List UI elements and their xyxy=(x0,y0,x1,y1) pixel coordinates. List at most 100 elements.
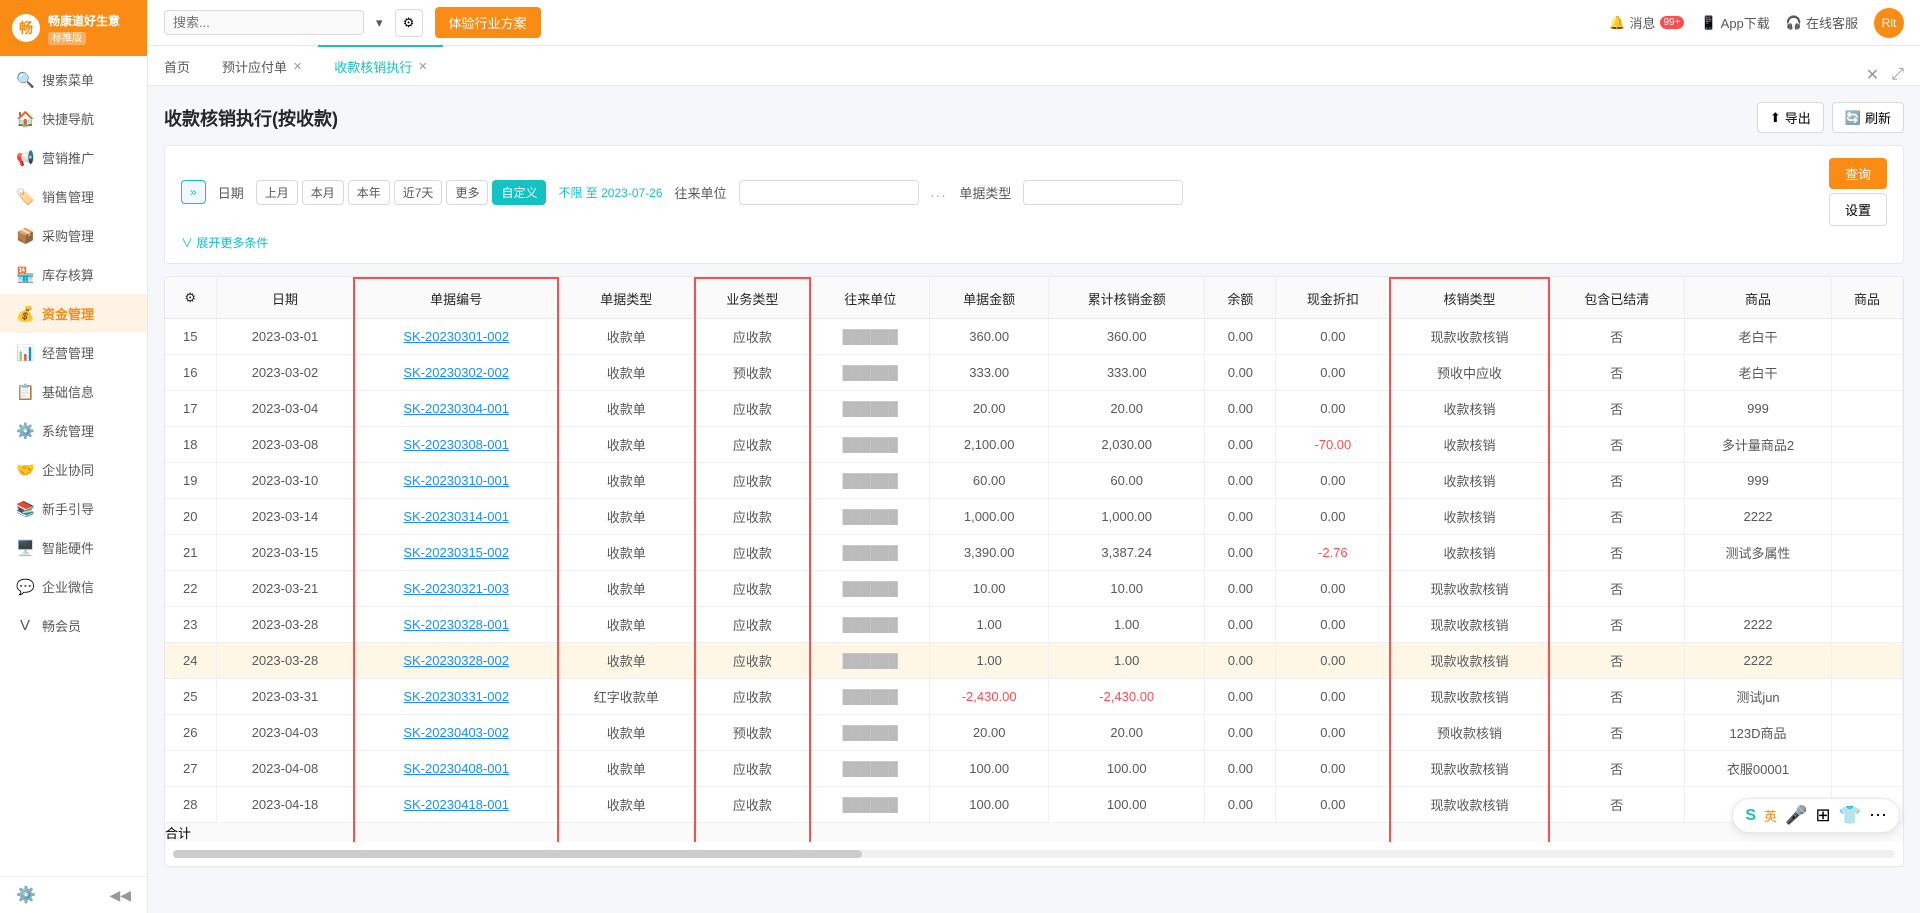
col-header-bill-type[interactable]: 单据类型 xyxy=(558,278,695,319)
col-header-amount[interactable]: 单据金额 xyxy=(930,278,1049,319)
party-input[interactable] xyxy=(739,180,919,205)
sidebar-item-finance[interactable]: 💰 资金管理 xyxy=(0,294,147,333)
refresh-button[interactable]: 🔄 刷新 xyxy=(1832,102,1904,133)
sidebar-item-member[interactable]: V 畅会员 xyxy=(0,606,147,645)
search-input[interactable] xyxy=(164,10,364,35)
custom-date-button[interactable]: 自定义 xyxy=(492,180,546,205)
sidebar-item-search[interactable]: 🔍 搜索菜单 xyxy=(0,60,147,99)
sidebar-item-quicknav[interactable]: 🏠 快捷导航 xyxy=(0,99,147,138)
bill-no-link[interactable]: SK-20230315-002 xyxy=(403,545,509,560)
bill-no-link[interactable]: SK-20230403-002 xyxy=(403,725,509,740)
bill-no-link[interactable]: SK-20230302-002 xyxy=(403,365,509,380)
sidebar-item-system[interactable]: ⚙️ 系统管理 xyxy=(0,411,147,450)
expand-conditions-button[interactable]: ∨ 展开更多条件 xyxy=(181,234,1887,251)
settings-icon[interactable]: ⚙️ xyxy=(16,885,36,905)
bill-type-select[interactable]: 收款单 红字收款单 xyxy=(1023,180,1183,205)
col-header-total-cancel[interactable]: 累计核销金额 xyxy=(1048,278,1205,319)
last-month-button[interactable]: 上月 xyxy=(256,180,298,205)
shirt-icon[interactable]: 👕 xyxy=(1839,805,1861,826)
gear-button[interactable]: ⚙ xyxy=(395,9,423,37)
bill-no-link[interactable]: SK-20230314-001 xyxy=(403,509,509,524)
query-button[interactable]: 查询 xyxy=(1829,158,1887,189)
tab-close-button[interactable]: ✕ xyxy=(1866,65,1879,85)
col-header-cash-discount[interactable]: 现金折扣 xyxy=(1276,278,1391,319)
cell-product: 2222 xyxy=(1684,643,1831,679)
sidebar-item-inventory[interactable]: 🏪 库存核算 xyxy=(0,255,147,294)
col-header-party[interactable]: 往来单位 xyxy=(810,278,930,319)
cell-amount: 60.00 xyxy=(930,463,1049,499)
search-icon: 🔍 xyxy=(16,71,34,89)
tab-prepay[interactable]: 预计应付单 ✕ xyxy=(206,45,318,85)
user-avatar[interactable]: Rit xyxy=(1874,8,1904,38)
bill-no-link[interactable]: SK-20230328-002 xyxy=(403,653,509,668)
cell-date: 2023-03-21 xyxy=(216,571,354,607)
bill-no-link[interactable]: SK-20230304-001 xyxy=(403,401,509,416)
sidebar-item-purchase[interactable]: 📦 采购管理 xyxy=(0,216,147,255)
col-header-date[interactable]: 日期 xyxy=(216,278,354,319)
dropdown-button[interactable]: ▾ xyxy=(376,15,383,31)
solution-button[interactable]: 体验行业方案 xyxy=(435,7,541,38)
horizontal-scrollbar[interactable] xyxy=(173,850,1895,858)
tab-prepay-close[interactable]: ✕ xyxy=(293,60,302,73)
ellipsis-icon[interactable]: ⋯ xyxy=(1869,805,1887,826)
last-7days-button[interactable]: 近7天 xyxy=(394,180,443,205)
sidebar-item-enterprise[interactable]: 🤝 企业协同 xyxy=(0,450,147,489)
sidebar-item-wechat[interactable]: 💬 企业微信 xyxy=(0,567,147,606)
collapse-icon[interactable]: ◀◀ xyxy=(109,887,131,904)
settings-button[interactable]: 设置 xyxy=(1829,193,1887,226)
this-year-button[interactable]: 本年 xyxy=(348,180,390,205)
sidebar-item-sales[interactable]: 🏷️ 销售管理 xyxy=(0,177,147,216)
col-header-product[interactable]: 商品 xyxy=(1684,278,1831,319)
col-header-bill-no[interactable]: 单据编号 xyxy=(354,278,558,319)
cell-bill-type: 收款单 xyxy=(558,499,695,535)
hardware-icon: 🖥️ xyxy=(16,539,34,557)
filter-toggle-button[interactable]: » xyxy=(181,180,206,204)
cell-bill-no: SK-20230302-002 xyxy=(354,355,558,391)
cell-party: ██████ xyxy=(810,571,930,607)
col-header-include-settled[interactable]: 包含已结清 xyxy=(1549,278,1685,319)
bill-no-link[interactable]: SK-20230408-001 xyxy=(403,761,509,776)
sidebar-item-hardware[interactable]: 🖥️ 智能硬件 xyxy=(0,528,147,567)
more-button[interactable]: 更多 xyxy=(446,180,488,205)
cell-bill-no: SK-20230314-001 xyxy=(354,499,558,535)
tab-home[interactable]: 首页 xyxy=(148,45,206,85)
mic-icon[interactable]: 🎤 xyxy=(1785,805,1807,826)
tab-fullscreen-button[interactable]: ⤢ xyxy=(1891,66,1904,84)
table-row: 28 2023-04-18 SK-20230418-001 收款单 应收款 ██… xyxy=(165,787,1903,823)
bill-no-link[interactable]: SK-20230331-002 xyxy=(403,689,509,704)
bill-no-link[interactable]: SK-20230310-001 xyxy=(403,473,509,488)
bill-no-link[interactable]: SK-20230301-002 xyxy=(403,329,509,344)
this-month-button[interactable]: 本月 xyxy=(302,180,344,205)
cell-bill-no: SK-20230403-002 xyxy=(354,715,558,751)
cell-cancel-type: 收款核销 xyxy=(1390,391,1548,427)
col-header-product2[interactable]: 商品 xyxy=(1832,278,1903,319)
tab-receipt[interactable]: 收款核销执行 ✕ xyxy=(318,45,443,85)
messages-button[interactable]: 🔔 消息 99+ xyxy=(1609,13,1684,32)
table-row: 26 2023-04-03 SK-20230403-002 收款单 预收款 ██… xyxy=(165,715,1903,751)
bill-no-link[interactable]: SK-20230321-003 xyxy=(403,581,509,596)
col-header-gear[interactable]: ⚙ xyxy=(165,278,216,319)
cell-biz-type: 应收款 xyxy=(695,535,810,571)
bill-no-link[interactable]: SK-20230328-001 xyxy=(403,617,509,632)
wechat-icon: 💬 xyxy=(16,578,34,596)
service-button[interactable]: 🎧 在线客服 xyxy=(1786,13,1858,32)
col-header-balance[interactable]: 余额 xyxy=(1205,278,1276,319)
tab-receipt-close[interactable]: ✕ xyxy=(418,60,427,73)
cell-date: 2023-03-02 xyxy=(216,355,354,391)
col-header-biz-type[interactable]: 业务类型 xyxy=(695,278,810,319)
scrollbar-thumb[interactable] xyxy=(173,850,862,858)
cell-party: ██████ xyxy=(810,679,930,715)
cell-product2 xyxy=(1832,607,1903,643)
sidebar-item-guide[interactable]: 📚 新手引导 xyxy=(0,489,147,528)
cell-product2 xyxy=(1832,679,1903,715)
bill-no-link[interactable]: SK-20230418-001 xyxy=(403,797,509,812)
col-header-cancel-type[interactable]: 核销类型 xyxy=(1390,278,1548,319)
export-button[interactable]: ⬆ 导出 xyxy=(1757,102,1824,133)
sidebar-item-basic[interactable]: 📋 基础信息 xyxy=(0,372,147,411)
app-download-button[interactable]: 📱 App下载 xyxy=(1700,13,1769,32)
sidebar-item-marketing[interactable]: 📢 营销推广 xyxy=(0,138,147,177)
bill-no-link[interactable]: SK-20230308-001 xyxy=(403,437,509,452)
cell-balance: 0.00 xyxy=(1205,607,1276,643)
grid-icon[interactable]: ⊞ xyxy=(1815,805,1830,826)
sidebar-item-operations[interactable]: 📊 经营管理 xyxy=(0,333,147,372)
